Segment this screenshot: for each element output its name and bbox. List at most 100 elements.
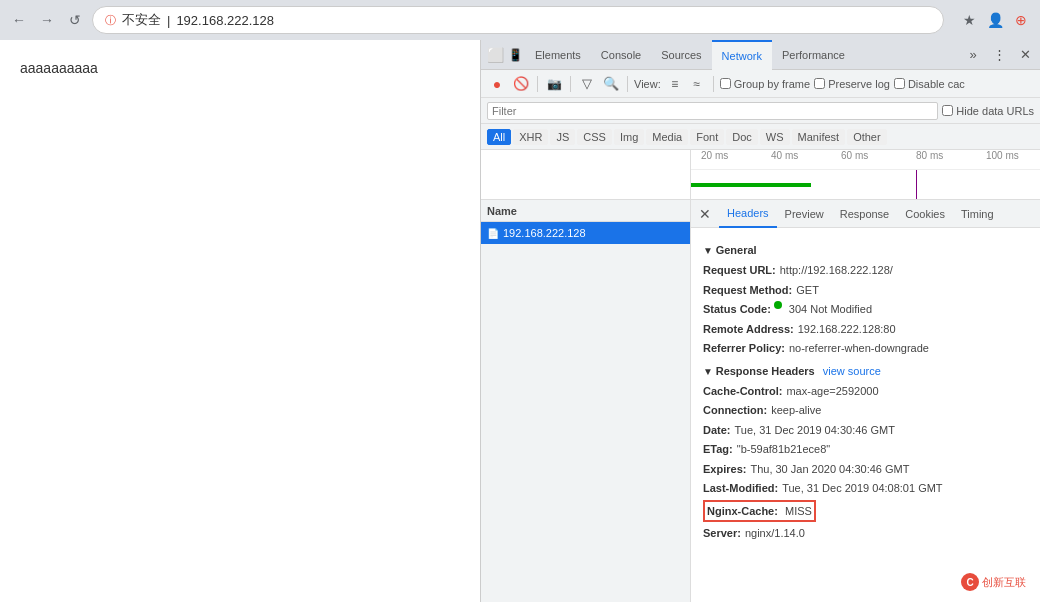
camera-button[interactable]: 📷 [544,74,564,94]
inspect-element-btn[interactable]: ⬜ [485,45,505,65]
watermark-text: 创新互联 [982,575,1026,590]
filter-button[interactable]: ▽ [577,74,597,94]
address-separator: | [167,13,170,28]
connection-value: keep-alive [771,402,821,419]
cache-control-name: Cache-Control: [703,383,782,400]
filter-manifest[interactable]: Manifest [792,129,846,145]
filter-all[interactable]: All [487,129,511,145]
waterfall-view-button[interactable]: ≈ [687,74,707,94]
search-button[interactable]: 🔍 [601,74,621,94]
tab-sources[interactable]: Sources [651,40,711,70]
timeline-bar-area [691,170,1040,199]
account-button[interactable]: 👤 [984,9,1006,31]
timeline-right: 20 ms 40 ms 60 ms 80 ms 100 ms [691,150,1040,199]
back-button[interactable]: ← [8,9,30,31]
filter-other[interactable]: Other [847,129,887,145]
timeline-purple-line [916,170,917,199]
tab-headers[interactable]: Headers [719,200,777,228]
disable-cache-checkbox[interactable]: Disable cac [894,78,965,90]
tab-response[interactable]: Response [832,200,898,228]
close-headers-button[interactable]: ✕ [695,204,715,224]
devtools-tab-more: » ⋮ ✕ [962,44,1036,66]
filter-js[interactable]: JS [550,129,575,145]
nginx-cache-value: MISS [785,505,812,517]
filter-ws[interactable]: WS [760,129,790,145]
devtools-close-button[interactable]: ✕ [1014,44,1036,66]
forward-button[interactable]: → [36,9,58,31]
file-icon: 📄 [487,228,499,239]
network-toolbar-2: Hide data URLs [481,98,1040,124]
tab-console[interactable]: Console [591,40,651,70]
devtools-tabs-bar: ⬜ 📱 Elements Console Sources Network Per… [481,40,1040,70]
network-request-list: Name 📄 192.168.222.128 [481,200,691,602]
status-code-value: 304 Not Modified [789,301,872,318]
network-timeline: 20 ms 40 ms 60 ms 80 ms 100 ms [481,150,1040,200]
timeline-mark-60: 60 ms [841,150,868,161]
group-by-frame-checkbox[interactable]: Group by frame [720,78,810,90]
group-by-frame-label: Group by frame [734,78,810,90]
filter-xhr[interactable]: XHR [513,129,548,145]
tab-cookies[interactable]: Cookies [897,200,953,228]
filter-media[interactable]: Media [646,129,688,145]
tab-preview[interactable]: Preview [777,200,832,228]
toolbar-divider-1 [537,76,538,92]
preserve-log-input[interactable] [814,78,825,89]
filter-doc[interactable]: Doc [726,129,758,145]
headers-tabs-bar: ✕ Headers Preview Response Cookies Timin… [691,200,1040,228]
clear-button[interactable]: 🚫 [511,74,531,94]
filter-img[interactable]: Img [614,129,644,145]
address-bar[interactable]: ⓘ 不安全 | 192.168.222.128 [92,6,944,34]
network-list-header: Name [481,200,690,222]
filter-input[interactable] [487,102,938,120]
server-name: Server: [703,525,741,542]
preserve-log-label: Preserve log [828,78,890,90]
preserve-log-checkbox[interactable]: Preserve log [814,78,890,90]
network-list-item[interactable]: 📄 192.168.222.128 [481,222,690,244]
tab-elements[interactable]: Elements [525,40,591,70]
toolbar-divider-4 [713,76,714,92]
security-icon: ⓘ [105,13,116,28]
timeline-mark-20: 20 ms [701,150,728,161]
filter-font[interactable]: Font [690,129,724,145]
nginx-cache-row: Nginx-Cache: MISS [703,500,1028,523]
expires-name: Expires: [703,461,746,478]
general-section-title: General [703,244,1028,256]
hide-data-urls-checkbox[interactable]: Hide data URLs [942,105,1034,117]
hide-data-urls-input[interactable] [942,105,953,116]
cache-control-value: max-age=2592000 [786,383,878,400]
tab-network[interactable]: Network [712,40,772,70]
connection-name: Connection: [703,402,767,419]
record-button[interactable]: ● [487,74,507,94]
list-view-button[interactable]: ≡ [665,74,685,94]
remote-address-name: Remote Address: [703,321,794,338]
browser-actions: ★ 👤 ⊕ [958,9,1032,31]
request-url-row: Request URL: http://192.168.222.128/ [703,262,1028,279]
main-area: aaaaaaaaaa ⬜ 📱 Elements Console Sources … [0,40,1040,602]
nginx-cache-highlighted: Nginx-Cache: MISS [703,500,816,523]
request-url-value: http://192.168.222.128/ [780,262,893,279]
tab-performance[interactable]: Performance [772,40,855,70]
watermark-logo: C [961,573,979,591]
network-main: Name 📄 192.168.222.128 ✕ Headers Preview… [481,200,1040,602]
update-button[interactable]: ⊕ [1010,9,1032,31]
tab-timing[interactable]: Timing [953,200,1002,228]
etag-row: ETag: "b-59af81b21ece8" [703,441,1028,458]
headers-panel: ✕ Headers Preview Response Cookies Timin… [691,200,1040,602]
status-code-row: Status Code: 304 Not Modified [703,301,1028,318]
remote-address-value: 192.168.222.128:80 [798,321,896,338]
reload-button[interactable]: ↺ [64,9,86,31]
watermark: C 创新互联 [955,570,1032,594]
group-by-frame-input[interactable] [720,78,731,89]
bookmark-button[interactable]: ★ [958,9,980,31]
last-modified-name: Last-Modified: [703,480,778,497]
device-toolbar-btn[interactable]: 📱 [505,45,525,65]
filter-type-buttons: All XHR JS CSS Img Media Font Doc WS Man… [481,124,1040,150]
filter-css[interactable]: CSS [577,129,612,145]
headers-content: General Request URL: http://192.168.222.… [691,228,1040,553]
more-tabs-button[interactable]: » [962,44,984,66]
disable-cache-input[interactable] [894,78,905,89]
remote-address-row: Remote Address: 192.168.222.128:80 [703,321,1028,338]
devtools-settings-button[interactable]: ⋮ [988,44,1010,66]
timeline-mark-40: 40 ms [771,150,798,161]
view-source-link[interactable]: view source [823,365,881,377]
